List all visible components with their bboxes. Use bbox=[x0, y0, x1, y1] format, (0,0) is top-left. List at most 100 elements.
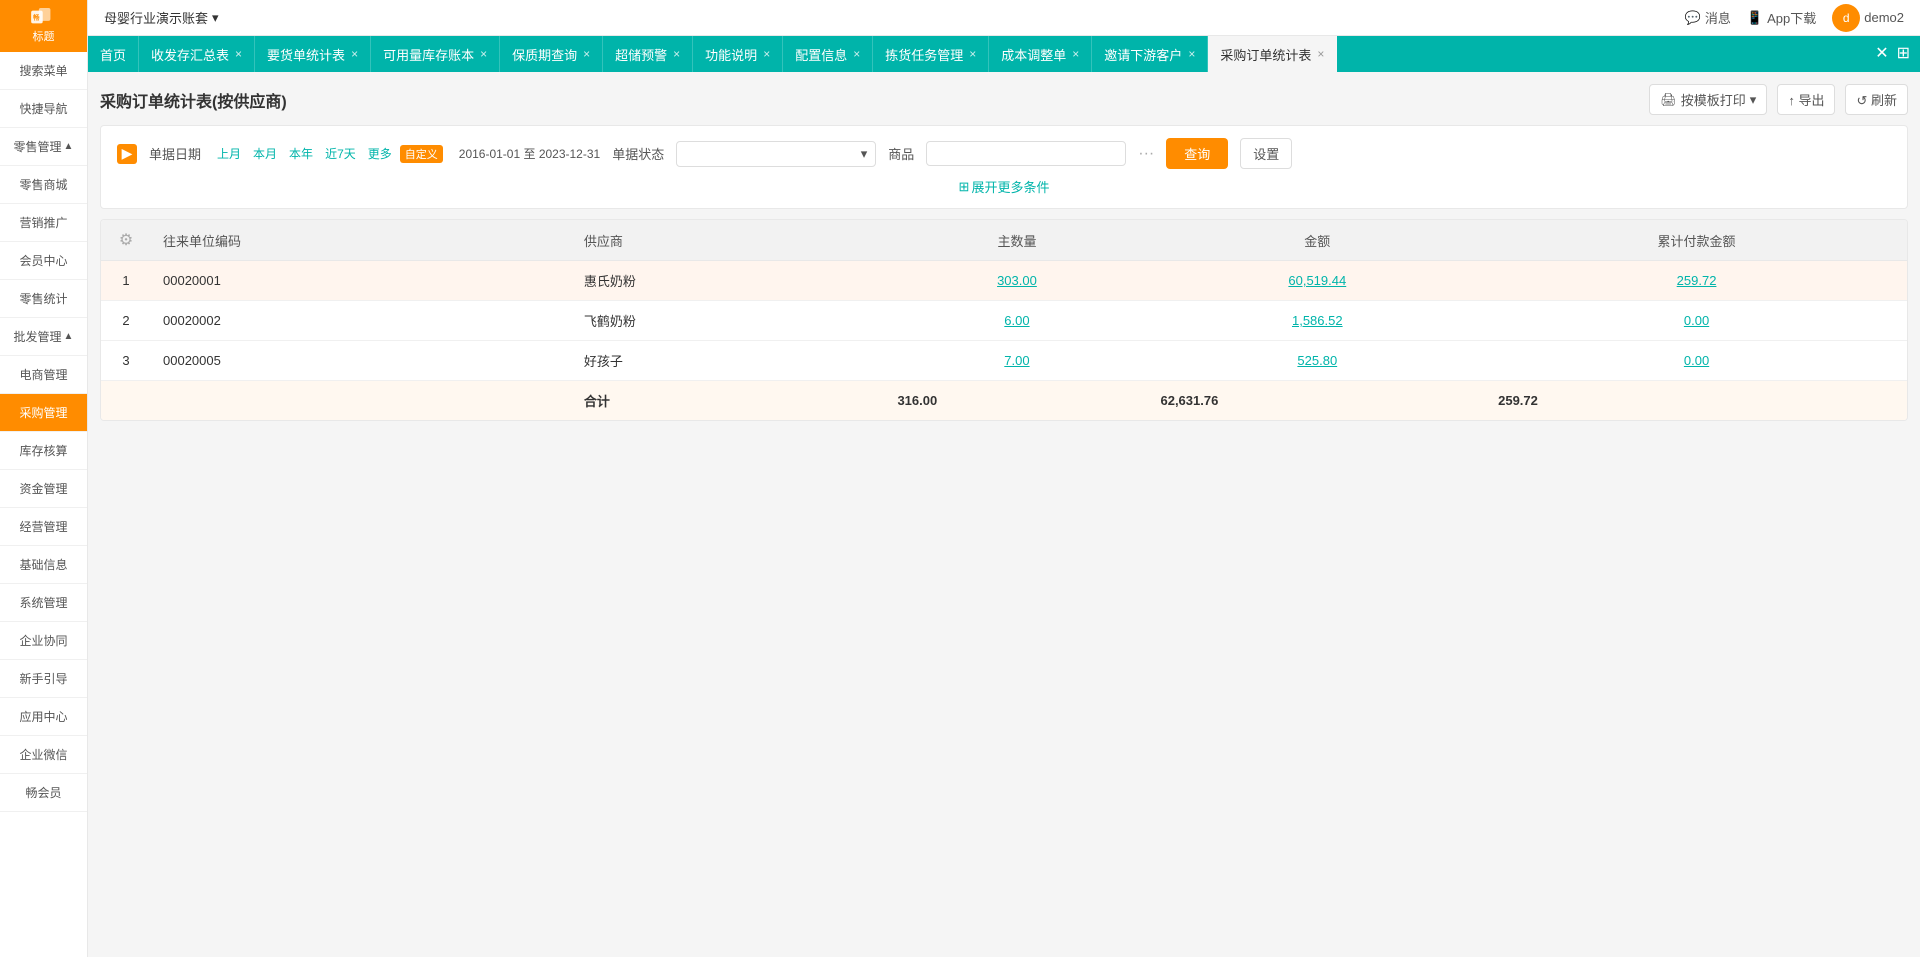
sidebar-item-finance[interactable]: 资金管理 bbox=[0, 470, 87, 508]
sidebar-item-purchase[interactable]: 采购管理 bbox=[0, 394, 87, 432]
filter-row: ▶ 单据日期 上月 本月 本年 近7天 更多 自定义 2016-01-01 至 … bbox=[117, 138, 1891, 169]
sidebar-item-inventory[interactable]: 库存核算 bbox=[0, 432, 87, 470]
date-last-7-btn[interactable]: 近7天 bbox=[321, 144, 360, 163]
sidebar-item-label-enterprise-wechat: 企业微信 bbox=[19, 748, 67, 762]
nav-tab-close-function-desc[interactable]: × bbox=[763, 47, 770, 61]
nav-tab-config-info[interactable]: 配置信息 × bbox=[783, 36, 873, 72]
nav-tab-expiry-query[interactable]: 保质期查询 × bbox=[500, 36, 603, 72]
sidebar-item-label-vip: 畅会员 bbox=[25, 786, 61, 800]
nav-tab-close-collect-pay[interactable]: × bbox=[235, 47, 242, 61]
nav-tab-close-purchase-stats[interactable]: × bbox=[1317, 47, 1324, 61]
nav-tab-label-order-stats: 要货单统计表 bbox=[267, 45, 345, 64]
sidebar-item-label-inventory: 库存核算 bbox=[19, 444, 67, 458]
filter-secondary-row: ⊞ 展开更多条件 bbox=[117, 177, 1891, 196]
date-this-month-btn[interactable]: 本月 bbox=[249, 144, 281, 163]
nav-tab-cost-adjust[interactable]: 成本调整单 × bbox=[989, 36, 1092, 72]
table-row[interactable]: 1 00020001 惠氏奶粉 303.00 60,519.44 259.72 bbox=[101, 261, 1907, 301]
main-area: 母婴行业演示账套 ▾ 💬 消息 📱 App下载 d demo2 首页收发存汇总表… bbox=[88, 0, 1920, 957]
nav-tab-overstock-warning[interactable]: 超储预警 × bbox=[603, 36, 693, 72]
sidebar-item-member[interactable]: 会员中心 bbox=[0, 242, 87, 280]
filter-area: ▶ 单据日期 上月 本月 本年 近7天 更多 自定义 2016-01-01 至 … bbox=[100, 125, 1908, 209]
app-download-icon: 📱 bbox=[1747, 10, 1763, 26]
refresh-btn[interactable]: ↺ 刷新 bbox=[1845, 84, 1908, 115]
sidebar-item-wholesale[interactable]: 批发管理▲ bbox=[0, 318, 87, 356]
cell-quantity: 7.00 bbox=[885, 341, 1148, 381]
sidebar-item-enterprise-wechat[interactable]: 企业微信 bbox=[0, 736, 87, 774]
sidebar-item-label-wholesale: 批发管理 bbox=[14, 328, 62, 345]
message-btn[interactable]: 💬 消息 bbox=[1685, 8, 1731, 27]
template-print-btn[interactable]: 🖨 按模板打印 ▾ bbox=[1649, 84, 1767, 115]
goods-filter-more-icon[interactable]: ··· bbox=[1138, 145, 1154, 163]
sidebar-item-retail-shop[interactable]: 零售商城 bbox=[0, 166, 87, 204]
sidebar-item-basic-info[interactable]: 基础信息 bbox=[0, 546, 87, 584]
cell-supplier: 飞鹤奶粉 bbox=[572, 301, 886, 341]
sidebar-item-enterprise[interactable]: 企业协同 bbox=[0, 622, 87, 660]
workspace-selector[interactable]: 母婴行业演示账套 ▾ bbox=[104, 8, 219, 27]
sidebar-item-sys-mgmt[interactable]: 系统管理 bbox=[0, 584, 87, 622]
nav-tab-function-desc[interactable]: 功能说明 × bbox=[693, 36, 783, 72]
nav-tab-home[interactable]: 首页 bbox=[88, 36, 139, 72]
column-settings-icon[interactable]: ⚙ bbox=[119, 232, 133, 249]
date-last-month-btn[interactable]: 上月 bbox=[213, 144, 245, 163]
cell-unit-code: 00020001 bbox=[151, 261, 572, 301]
nav-tab-invite-downstream[interactable]: 邀请下游客户 × bbox=[1092, 36, 1208, 72]
table-row[interactable]: 2 00020002 飞鹤奶粉 6.00 1,586.52 0.00 bbox=[101, 301, 1907, 341]
username: demo2 bbox=[1864, 10, 1904, 25]
expand-tabs-btn[interactable]: ⊞ bbox=[1897, 46, 1910, 62]
col-header-supplier: 供应商 bbox=[572, 220, 886, 261]
nav-tab-label-purchase-stats: 采购订单统计表 bbox=[1220, 45, 1311, 64]
app-download-label: App下载 bbox=[1767, 8, 1816, 27]
page-header: 采购订单统计表(按供应商) 🖨 按模板打印 ▾ ↑ 导出 ↺ 刷新 bbox=[100, 84, 1908, 115]
nav-tab-close-cost-adjust[interactable]: × bbox=[1072, 47, 1079, 61]
sidebar-item-label-sys-mgmt: 系统管理 bbox=[19, 596, 67, 610]
nav-tabs: 首页收发存汇总表 ×要货单统计表 ×可用量库存账本 ×保质期查询 ×超储预警 ×… bbox=[88, 36, 1920, 72]
export-btn[interactable]: ↑ 导出 bbox=[1777, 84, 1835, 115]
sidebar-item-app-center[interactable]: 应用中心 bbox=[0, 698, 87, 736]
search-btn[interactable]: 查询 bbox=[1166, 138, 1228, 169]
nav-tab-inventory-ledger[interactable]: 可用量库存账本 × bbox=[371, 36, 500, 72]
cell-amount: 1,586.52 bbox=[1148, 301, 1486, 341]
col-header-quantity: 主数量 bbox=[885, 220, 1148, 261]
nav-tab-close-expiry-query[interactable]: × bbox=[583, 47, 590, 61]
footer-amount: 62,631.76 bbox=[1148, 381, 1486, 421]
sidebar-item-marketing[interactable]: 营销推广 bbox=[0, 204, 87, 242]
filter-toggle-btn[interactable]: ▶ bbox=[117, 144, 137, 164]
sidebar-item-vip[interactable]: 畅会员 bbox=[0, 774, 87, 812]
sidebar-item-new-guide[interactable]: 新手引导 bbox=[0, 660, 87, 698]
footer-quantity: 316.00 bbox=[885, 381, 1148, 421]
status-filter-select[interactable]: ▾ bbox=[676, 141, 876, 167]
nav-tab-close-config-info[interactable]: × bbox=[853, 47, 860, 61]
nav-tab-purchase-stats[interactable]: 采购订单统计表 × bbox=[1208, 36, 1337, 72]
date-this-year-btn[interactable]: 本年 bbox=[285, 144, 317, 163]
sidebar-item-operations[interactable]: 经营管理 bbox=[0, 508, 87, 546]
nav-tab-close-invite-downstream[interactable]: × bbox=[1188, 47, 1195, 61]
sidebar-item-ecommerce[interactable]: 电商管理 bbox=[0, 356, 87, 394]
sidebar-item-search[interactable]: 搜索菜单 bbox=[0, 52, 87, 90]
date-custom-tag[interactable]: 自定义 bbox=[400, 145, 443, 163]
table-row[interactable]: 3 00020005 好孩子 7.00 525.80 0.00 bbox=[101, 341, 1907, 381]
close-all-tabs-btn[interactable]: ✕ bbox=[1875, 46, 1888, 62]
sidebar-item-label-marketing: 营销推广 bbox=[19, 216, 67, 230]
user-info[interactable]: d demo2 bbox=[1832, 4, 1904, 32]
sidebar-item-retail-stats[interactable]: 零售统计 bbox=[0, 280, 87, 318]
nav-tab-close-order-stats[interactable]: × bbox=[351, 47, 358, 61]
goods-filter-input[interactable] bbox=[926, 141, 1126, 166]
settings-btn[interactable]: 设置 bbox=[1240, 138, 1292, 169]
nav-tab-order-stats[interactable]: 要货单统计表 × bbox=[255, 36, 371, 72]
expand-more-btn[interactable]: ⊞ 展开更多条件 bbox=[959, 177, 1050, 196]
sidebar-item-shortcut[interactable]: 快捷导航 bbox=[0, 90, 87, 128]
sidebar-item-label-basic-info: 基础信息 bbox=[19, 558, 67, 572]
status-filter-label: 单据状态 bbox=[612, 144, 664, 163]
nav-tab-collect-pay[interactable]: 收发存汇总表 × bbox=[139, 36, 255, 72]
export-icon: ↑ bbox=[1788, 93, 1798, 108]
nav-tab-close-overstock-warning[interactable]: × bbox=[673, 47, 680, 61]
nav-tab-close-batch-task[interactable]: × bbox=[969, 47, 976, 61]
date-more-btn[interactable]: 更多 bbox=[364, 144, 396, 163]
sidebar-item-retail[interactable]: 零售管理▲ bbox=[0, 128, 87, 166]
sidebar-item-label-search: 搜索菜单 bbox=[19, 64, 67, 78]
nav-tab-batch-task[interactable]: 拣货任务管理 × bbox=[873, 36, 989, 72]
top-bar-left: 母婴行业演示账套 ▾ bbox=[104, 8, 219, 27]
nav-tab-close-inventory-ledger[interactable]: × bbox=[480, 47, 487, 61]
sidebar-arrow-icon-retail: ▲ bbox=[64, 141, 74, 152]
app-download-btn[interactable]: 📱 App下载 bbox=[1747, 8, 1816, 27]
